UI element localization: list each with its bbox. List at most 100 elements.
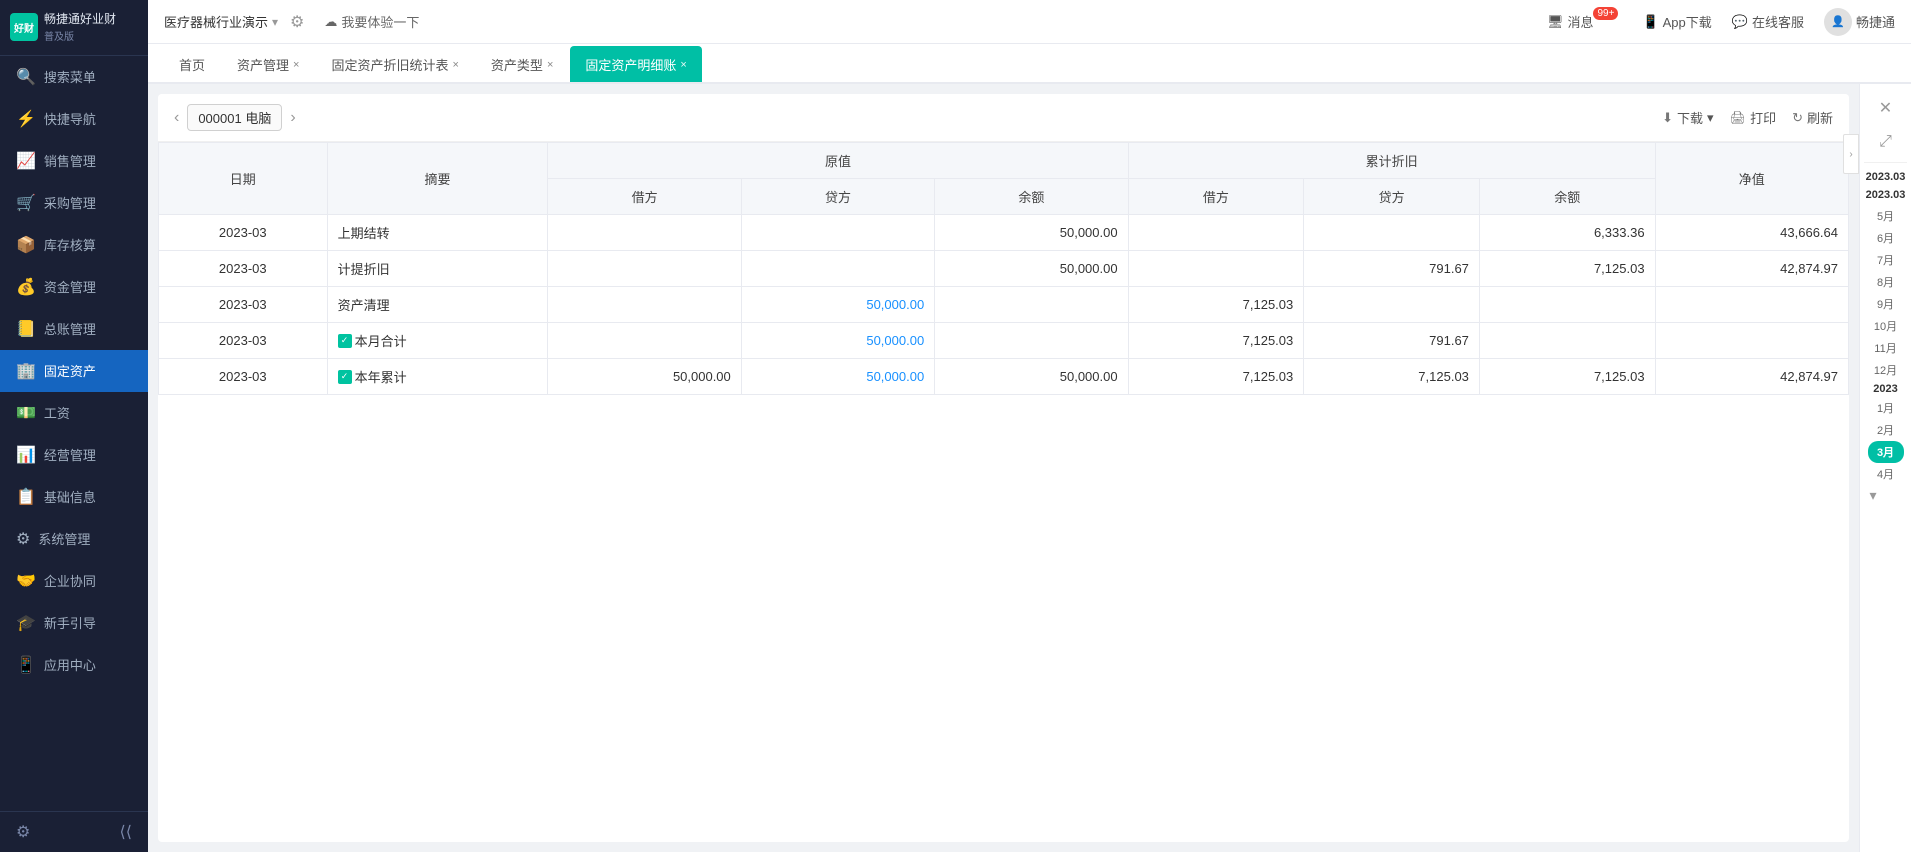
timeline-month-2023-1月[interactable]: 1月	[1868, 397, 1904, 419]
search-icon: 🔍	[16, 67, 36, 87]
row-net-value-1: 42,874.97	[1655, 251, 1848, 287]
sidebar-item-system[interactable]: ⚙系统管理	[0, 518, 148, 560]
timeline-month-early-6月[interactable]: 6月	[1868, 227, 1904, 249]
right-panel: › ✕ ⤢ 2023.03 2023.03 5月6月7月8月9月10月11月12…	[1859, 84, 1911, 852]
timeline-month-early-5月[interactable]: 5月	[1868, 205, 1904, 227]
sidebar-label-fixed-assets: 固定资产	[44, 361, 96, 380]
user-avatar-btn[interactable]: 👤 畅捷通	[1824, 8, 1895, 36]
row-date-1: 2023-03	[159, 251, 328, 287]
wages-icon: 💵	[16, 403, 36, 423]
download-btn[interactable]: ⬇ 下载 ▾	[1662, 108, 1713, 127]
avatar: 👤	[1824, 8, 1852, 36]
sidebar-menu: 🔍搜索菜单 ⚡ 快捷导航 📈销售管理🛒采购管理📦库存核算💰资金管理📒总账管理🏢固定资产…	[0, 56, 148, 811]
sidebar-item-fixed-assets[interactable]: 🏢固定资产	[0, 350, 148, 392]
row-orig-debit-1	[548, 251, 741, 287]
close-panel-btn[interactable]: ›	[1843, 134, 1859, 174]
sidebar-item-purchase[interactable]: 🛒采购管理	[0, 182, 148, 224]
settings-icon[interactable]: ⚙	[16, 822, 30, 842]
panel-close-icon[interactable]: ✕	[1870, 92, 1902, 124]
sidebar-item-quick-nav[interactable]: ⚡ 快捷导航	[0, 98, 148, 140]
sidebar-label-enterprise: 企业协同	[44, 571, 96, 590]
enterprise-icon: 🤝	[16, 571, 36, 591]
sidebar-item-wages[interactable]: 💵工资	[0, 392, 148, 434]
tab-0[interactable]: 首页	[164, 46, 220, 82]
service-icon: 💬	[1732, 14, 1748, 30]
asset-nav: ‹ 000001 电脑 › ⬇ 下载 ▾ 🖨 打印 ↻ 刷新	[158, 94, 1849, 142]
timeline-month-2023-4月[interactable]: 4月	[1868, 463, 1904, 485]
message-btn[interactable]: 🖥 消息 99+	[1547, 12, 1623, 31]
sidebar-item-inventory[interactable]: 📦库存核算	[0, 224, 148, 266]
tab-close-1[interactable]: ×	[293, 59, 299, 71]
row-date-3: 2023-03	[159, 323, 328, 359]
sidebar-item-guide[interactable]: 🎓新手引导	[0, 602, 148, 644]
sidebar-item-operations[interactable]: 📊经营管理	[0, 434, 148, 476]
sidebar-label-operations: 经营管理	[44, 445, 96, 464]
timeline-month-early-12月[interactable]: 12月	[1868, 359, 1904, 381]
row-summary-4: ✓ 本年累计	[327, 359, 548, 395]
purchase-icon: 🛒	[16, 193, 36, 213]
guide-icon: 🎓	[16, 613, 36, 633]
quick-nav-icon: ⚡	[16, 109, 36, 129]
timeline-month-2023-3月[interactable]: 3月	[1868, 441, 1904, 463]
timeline-year-2023: 2023	[1868, 381, 1904, 397]
row-dep-debit-1	[1128, 251, 1304, 287]
next-asset-btn[interactable]: ›	[290, 109, 295, 127]
download-label: 下载	[1677, 108, 1703, 127]
refresh-icon: ↻	[1792, 110, 1803, 126]
company-selector[interactable]: 医疗器械行业演示 ▾	[164, 12, 278, 31]
tab-label-2: 固定资产折旧统计表	[331, 55, 448, 74]
print-btn[interactable]: 🖨 打印	[1730, 108, 1777, 127]
collapse-icon[interactable]: ⟨⟨	[120, 822, 132, 842]
row-orig-balance-2	[935, 287, 1128, 323]
prev-asset-btn[interactable]: ‹	[174, 109, 179, 127]
row-orig-debit-4: 50,000.00	[548, 359, 741, 395]
sidebar-item-sales[interactable]: 📈销售管理	[0, 140, 148, 182]
exp-label: 我要体验一下	[341, 12, 419, 31]
tab-close-2[interactable]: ×	[452, 59, 458, 71]
tab-2[interactable]: 固定资产折旧统计表 ×	[316, 46, 473, 82]
app-download-btn[interactable]: 📱 App下载	[1642, 12, 1711, 31]
tab-3[interactable]: 资产类型 ×	[476, 46, 568, 82]
sidebar-item-app-center[interactable]: 📱应用中心	[0, 644, 148, 686]
row-orig-balance-1: 50,000.00	[935, 251, 1128, 287]
tab-4[interactable]: 固定资产明细账 ×	[570, 46, 701, 82]
row-dep-credit-4: 7,125.03	[1304, 359, 1480, 395]
tabs-bar: 首页资产管理 ×固定资产折旧统计表 ×资产类型 ×固定资产明细账 ×	[148, 44, 1911, 84]
timeline-month-early-8月[interactable]: 8月	[1868, 271, 1904, 293]
timeline-month-early-7月[interactable]: 7月	[1868, 249, 1904, 271]
customer-service-btn[interactable]: 💬 在线客服	[1732, 12, 1804, 31]
row-summary-2: 资产清理	[327, 287, 548, 323]
panel-expand-icon[interactable]: ⤢	[1870, 126, 1902, 158]
col-original-group: 原值	[548, 143, 1128, 179]
timeline-panel: ✕ ⤢ 2023.03 2023.03 5月6月7月8月9月10月11月12月2…	[1859, 84, 1911, 852]
experience-btn[interactable]: ☁ 我要体验一下	[324, 12, 419, 31]
tab-close-4[interactable]: ×	[680, 59, 686, 71]
asset-actions: ⬇ 下载 ▾ 🖨 打印 ↻ 刷新	[1662, 108, 1833, 127]
sidebar-item-search[interactable]: 🔍搜索菜单	[0, 56, 148, 98]
col-date: 日期	[159, 143, 328, 215]
topbar-settings-icon[interactable]: ⚙	[290, 12, 304, 32]
sidebar-item-basic-info[interactable]: 📋基础信息	[0, 476, 148, 518]
service-label: 在线客服	[1752, 12, 1804, 31]
sidebar-item-enterprise[interactable]: 🤝 企业协同	[0, 560, 148, 602]
timeline-month-early-9月[interactable]: 9月	[1868, 293, 1904, 315]
sales-icon: 📈	[16, 151, 36, 171]
refresh-btn[interactable]: ↻ 刷新	[1792, 108, 1833, 127]
timeline-month-early-11月[interactable]: 11月	[1868, 337, 1904, 359]
tab-1[interactable]: 资产管理 ×	[222, 46, 314, 82]
tab-close-3[interactable]: ×	[547, 59, 553, 71]
inventory-icon: 📦	[16, 235, 36, 255]
timeline-month-2023-2月[interactable]: 2月	[1868, 419, 1904, 441]
timeline-month-early-10月[interactable]: 10月	[1868, 315, 1904, 337]
sidebar-label-basic-info: 基础信息	[44, 487, 96, 506]
sidebar-item-ledger[interactable]: 📒总账管理	[0, 308, 148, 350]
print-icon: 🖨	[1730, 110, 1747, 126]
col-net-value: 净值	[1655, 143, 1848, 215]
timeline-nav-down[interactable]: ▾	[1868, 485, 1904, 506]
main-area: 医疗器械行业演示 ▾ ⚙ ☁ 我要体验一下 🖥 消息 99+ 📱 App下载 💬…	[148, 0, 1911, 852]
row-summary-3: ✓ 本月合计	[327, 323, 548, 359]
sidebar-label-quick-nav: 快捷导航	[44, 109, 96, 128]
sidebar-item-funds[interactable]: 💰资金管理	[0, 266, 148, 308]
row-orig-debit-2	[548, 287, 741, 323]
sidebar: 好财 畅捷通好业财 普及版 🔍搜索菜单⚡快捷导航📈销售管理🛒采购管理📦库存核算💰…	[0, 0, 148, 852]
